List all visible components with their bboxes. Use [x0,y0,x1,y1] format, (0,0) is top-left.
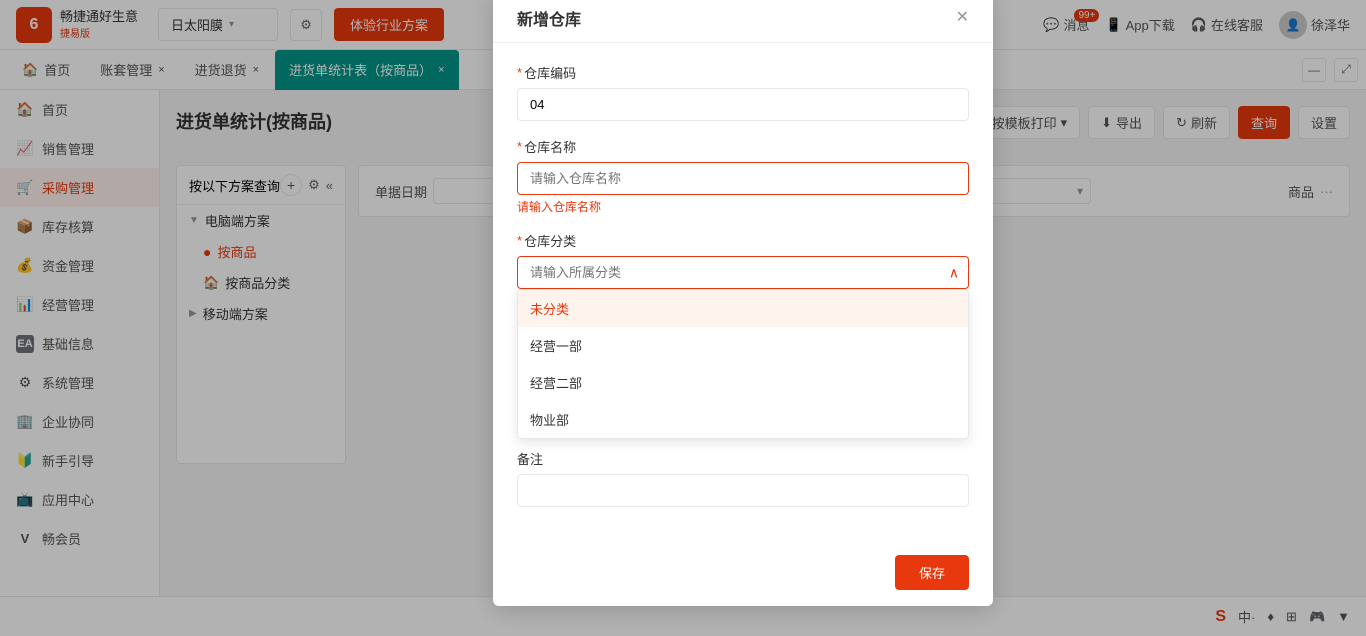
modal-close-button[interactable]: ✕ [956,10,969,26]
warehouse-note-label: 备注 [517,449,969,468]
modal-footer: 保存 [493,543,993,606]
new-warehouse-modal: 新增仓库 ✕ * 仓库编码 * 仓库名称 请输入仓库名称 [493,0,993,606]
modal-header: 新增仓库 ✕ [493,0,993,43]
warehouse-code-label: * 仓库编码 [517,63,969,82]
modal-title: 新增仓库 [517,6,581,30]
warehouse-note-input[interactable] [517,474,969,507]
dropdown-item-ops1[interactable]: 经营一部 [518,327,968,364]
warehouse-name-input[interactable] [517,162,969,195]
warehouse-category-group: * 仓库分类 ∧ 未分类 经营一部 经营二部 [517,231,969,289]
warehouse-note-group: 备注 [517,449,969,507]
warehouse-name-group: * 仓库名称 请输入仓库名称 [517,137,969,215]
warehouse-name-label: * 仓库名称 [517,137,969,156]
chevron-up-icon[interactable]: ∧ [949,264,959,281]
dropdown-item-property[interactable]: 物业部 [518,401,968,438]
required-star-3: * [517,233,522,248]
modal-overlay[interactable]: 新增仓库 ✕ * 仓库编码 * 仓库名称 请输入仓库名称 [0,0,1366,636]
modal-body: * 仓库编码 * 仓库名称 请输入仓库名称 * 仓库分类 [493,43,993,543]
warehouse-name-error: 请输入仓库名称 [517,198,969,215]
warehouse-category-label: * 仓库分类 [517,231,969,250]
warehouse-code-input[interactable] [517,88,969,121]
warehouse-category-input-wrapper: ∧ [517,256,969,289]
dropdown-item-uncategorized[interactable]: 未分类 [518,290,968,327]
warehouse-category-input[interactable] [517,256,969,289]
warehouse-code-group: * 仓库编码 [517,63,969,121]
required-star-2: * [517,139,522,154]
save-button[interactable]: 保存 [895,555,969,590]
required-star-1: * [517,65,522,80]
category-dropdown: 未分类 经营一部 经营二部 物业部 [517,289,969,439]
dropdown-item-ops2[interactable]: 经营二部 [518,364,968,401]
